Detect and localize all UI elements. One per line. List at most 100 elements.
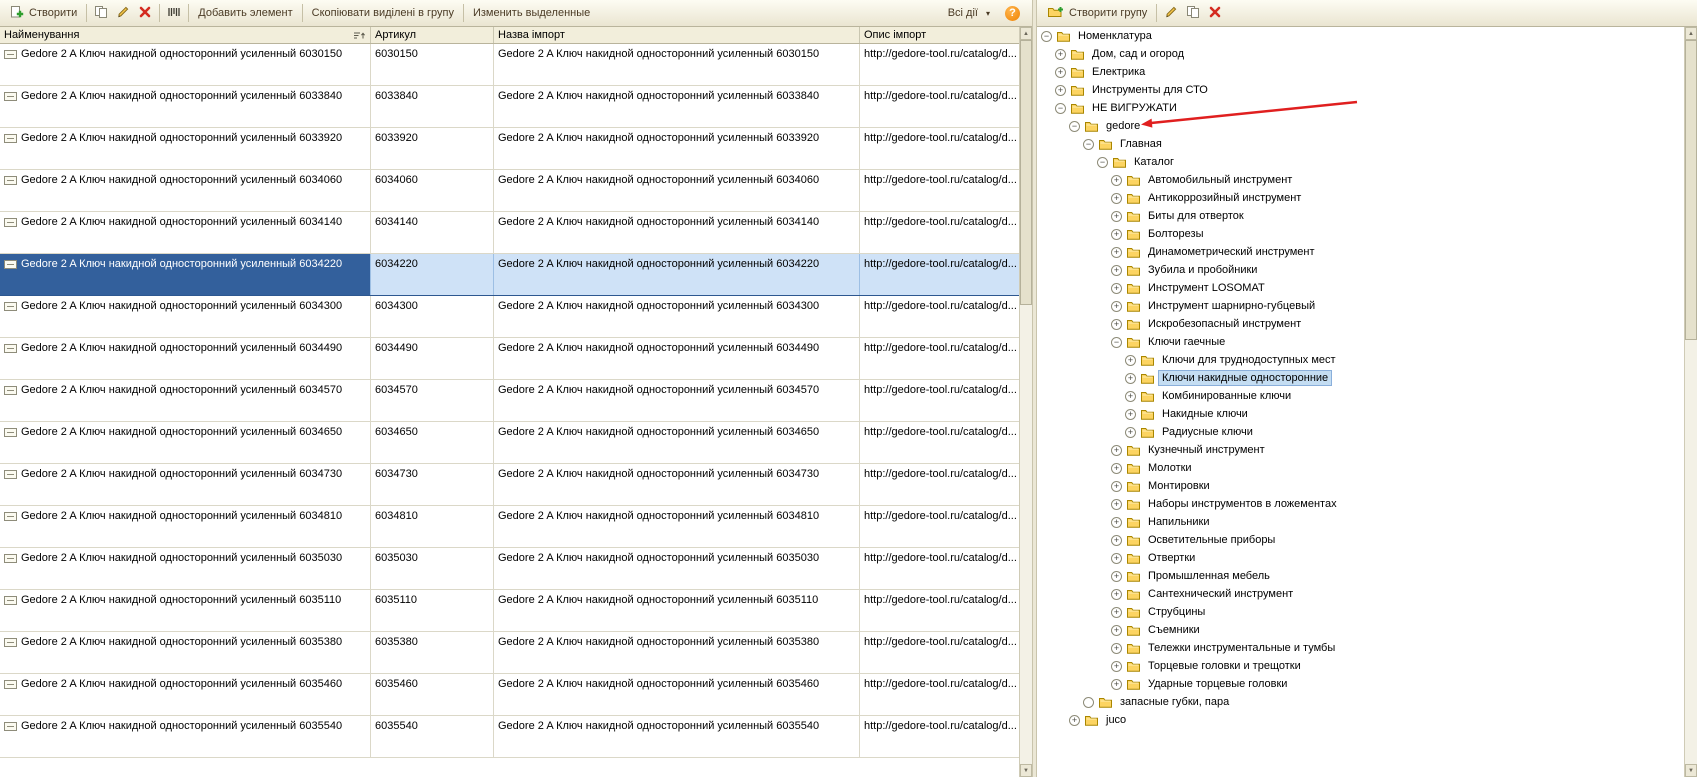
column-header-import-desc[interactable]: Опис імпорт	[860, 27, 1019, 43]
tree-item[interactable]: + Съемники	[1037, 621, 1684, 639]
table-row[interactable]: Gedore 2 A Ключ накидной односторонний у…	[0, 338, 1019, 380]
delete-button[interactable]	[134, 2, 156, 24]
expander-icon[interactable]: +	[1125, 408, 1136, 420]
tree-item[interactable]: − Главная	[1037, 135, 1684, 153]
expander-icon[interactable]: +	[1125, 390, 1136, 402]
expander-icon[interactable]: +	[1111, 462, 1122, 474]
tree-scrollbar[interactable]: ▲ ▼	[1684, 27, 1697, 777]
barcode-button[interactable]	[163, 2, 185, 24]
tree-item[interactable]: + Струбцины	[1037, 603, 1684, 621]
expander-icon[interactable]: −	[1111, 336, 1122, 348]
copy-group-button[interactable]	[1182, 2, 1204, 24]
tree-item[interactable]: + Тележки инструментальные и тумбы	[1037, 639, 1684, 657]
scroll-up-icon[interactable]: ▲	[1020, 27, 1032, 40]
tree-item[interactable]: + Автомобильный инструмент	[1037, 171, 1684, 189]
tree-item[interactable]: + Искробезопасный инструмент	[1037, 315, 1684, 333]
tree-item[interactable]: − Ключи гаечные	[1037, 333, 1684, 351]
expander-icon[interactable]: +	[1055, 66, 1066, 78]
expander-icon[interactable]: +	[1111, 552, 1122, 564]
expander-icon[interactable]: −	[1069, 120, 1080, 132]
expander-icon[interactable]: +	[1125, 426, 1136, 438]
table-row[interactable]: Gedore 2 A Ключ накидной односторонний у…	[0, 548, 1019, 590]
expander-icon[interactable]: +	[1125, 354, 1136, 366]
tree-item[interactable]: + Комбинированные ключи	[1037, 387, 1684, 405]
expander-icon[interactable]: +	[1111, 606, 1122, 618]
tree-item[interactable]: + Инструменты для СТО	[1037, 81, 1684, 99]
expander-icon[interactable]: +	[1111, 246, 1122, 258]
create-button[interactable]: Створити	[4, 2, 83, 24]
tree-item[interactable]: + Инструмент LOSOMAT	[1037, 279, 1684, 297]
column-header-import-name[interactable]: Назва імпорт	[494, 27, 860, 43]
expander-icon[interactable]: +	[1111, 498, 1122, 510]
table-row[interactable]: Gedore 2 A Ключ накидной односторонний у…	[0, 86, 1019, 128]
scrollbar-thumb[interactable]	[1020, 40, 1032, 305]
table-scrollbar[interactable]: ▲ ▼	[1019, 27, 1032, 777]
expander-icon[interactable]: +	[1111, 228, 1122, 240]
table-row[interactable]: Gedore 2 A Ключ накидной односторонний у…	[0, 380, 1019, 422]
expander-icon[interactable]: +	[1069, 714, 1080, 726]
tree-item[interactable]: + Антикоррозийный инструмент	[1037, 189, 1684, 207]
table-row[interactable]: Gedore 2 A Ключ накидной односторонний у…	[0, 674, 1019, 716]
tree-item[interactable]: + Напильники	[1037, 513, 1684, 531]
scrollbar-thumb[interactable]	[1685, 40, 1697, 340]
tree-item[interactable]: + Ключи для труднодоступных мест	[1037, 351, 1684, 369]
table-row[interactable]: Gedore 2 A Ключ накидной односторонний у…	[0, 128, 1019, 170]
table-row[interactable]: Gedore 2 A Ключ накидной односторонний у…	[0, 464, 1019, 506]
tree-item[interactable]: + Кузнечный инструмент	[1037, 441, 1684, 459]
tree-item[interactable]: + juco	[1037, 711, 1684, 729]
tree-item[interactable]: + Болторезы	[1037, 225, 1684, 243]
tree-item[interactable]: + Монтировки	[1037, 477, 1684, 495]
tree-item[interactable]: + Радиусные ключи	[1037, 423, 1684, 441]
edit-group-button[interactable]	[1160, 2, 1182, 24]
delete-group-button[interactable]	[1204, 2, 1226, 24]
expander-icon[interactable]: +	[1111, 264, 1122, 276]
scroll-down-icon[interactable]: ▼	[1685, 764, 1697, 777]
tree-item[interactable]: + Динамометрический инструмент	[1037, 243, 1684, 261]
create-group-button[interactable]: Створити групу	[1041, 2, 1153, 24]
all-actions-button[interactable]: Всі дії ▾	[942, 2, 996, 24]
expander-icon[interactable]: +	[1125, 372, 1136, 384]
expander-icon[interactable]: +	[1111, 210, 1122, 222]
table-row[interactable]: Gedore 2 A Ключ накидной односторонний у…	[0, 422, 1019, 464]
tree-item[interactable]: + Осветительные приборы	[1037, 531, 1684, 549]
expander-icon[interactable]: +	[1055, 84, 1066, 96]
expander-icon[interactable]: +	[1111, 300, 1122, 312]
expander-icon[interactable]: +	[1111, 624, 1122, 636]
expander-icon[interactable]: +	[1055, 48, 1066, 60]
column-header-name[interactable]: Найменування	[0, 27, 371, 43]
tree-item[interactable]: + Молотки	[1037, 459, 1684, 477]
tree-item[interactable]: + Накидные ключи	[1037, 405, 1684, 423]
expander-icon[interactable]: +	[1111, 192, 1122, 204]
expander-icon[interactable]: +	[1111, 660, 1122, 672]
tree-item[interactable]: + Отвертки	[1037, 549, 1684, 567]
tree-item[interactable]: + Сантехнический инструмент	[1037, 585, 1684, 603]
expander-icon[interactable]: +	[1111, 642, 1122, 654]
table-row[interactable]: Gedore 2 A Ключ накидной односторонний у…	[0, 716, 1019, 758]
add-element-button[interactable]: Добавить элемент	[192, 2, 298, 24]
expander-icon[interactable]: +	[1111, 678, 1122, 690]
expander-icon[interactable]: +	[1111, 282, 1122, 294]
edit-selected-button[interactable]: Изменить выделенные	[467, 2, 596, 24]
expander-icon[interactable]: +	[1111, 318, 1122, 330]
column-header-article[interactable]: Артикул	[371, 27, 494, 43]
tree-item[interactable]: + Зубила и пробойники	[1037, 261, 1684, 279]
help-icon[interactable]: ?	[1005, 5, 1020, 21]
tree-item[interactable]: + Ключи накидные односторонние	[1037, 369, 1684, 387]
expander-icon[interactable]: +	[1111, 174, 1122, 186]
copy-selected-to-group-button[interactable]: Скопіювати виділені в групу	[306, 2, 460, 24]
tree-item[interactable]: − Номенклатура	[1037, 27, 1684, 45]
expander-icon[interactable]	[1083, 696, 1094, 708]
copy-button[interactable]	[90, 2, 112, 24]
tree-item[interactable]: − НЕ ВИГРУЖАТИ	[1037, 99, 1684, 117]
expander-icon[interactable]: −	[1055, 102, 1066, 114]
table-row[interactable]: Gedore 2 A Ключ накидной односторонний у…	[0, 632, 1019, 674]
expander-icon[interactable]: +	[1111, 480, 1122, 492]
table-row[interactable]: Gedore 2 A Ключ накидной односторонний у…	[0, 170, 1019, 212]
tree-item[interactable]: − Каталог	[1037, 153, 1684, 171]
tree-item[interactable]: + Промышленная мебель	[1037, 567, 1684, 585]
tree-item[interactable]: + Торцевые головки и трещотки	[1037, 657, 1684, 675]
scroll-up-icon[interactable]: ▲	[1685, 27, 1697, 40]
expander-icon[interactable]: −	[1041, 30, 1052, 42]
table-row[interactable]: Gedore 2 A Ключ накидной односторонний у…	[0, 254, 1019, 296]
tree-item[interactable]: + Биты для отверток	[1037, 207, 1684, 225]
